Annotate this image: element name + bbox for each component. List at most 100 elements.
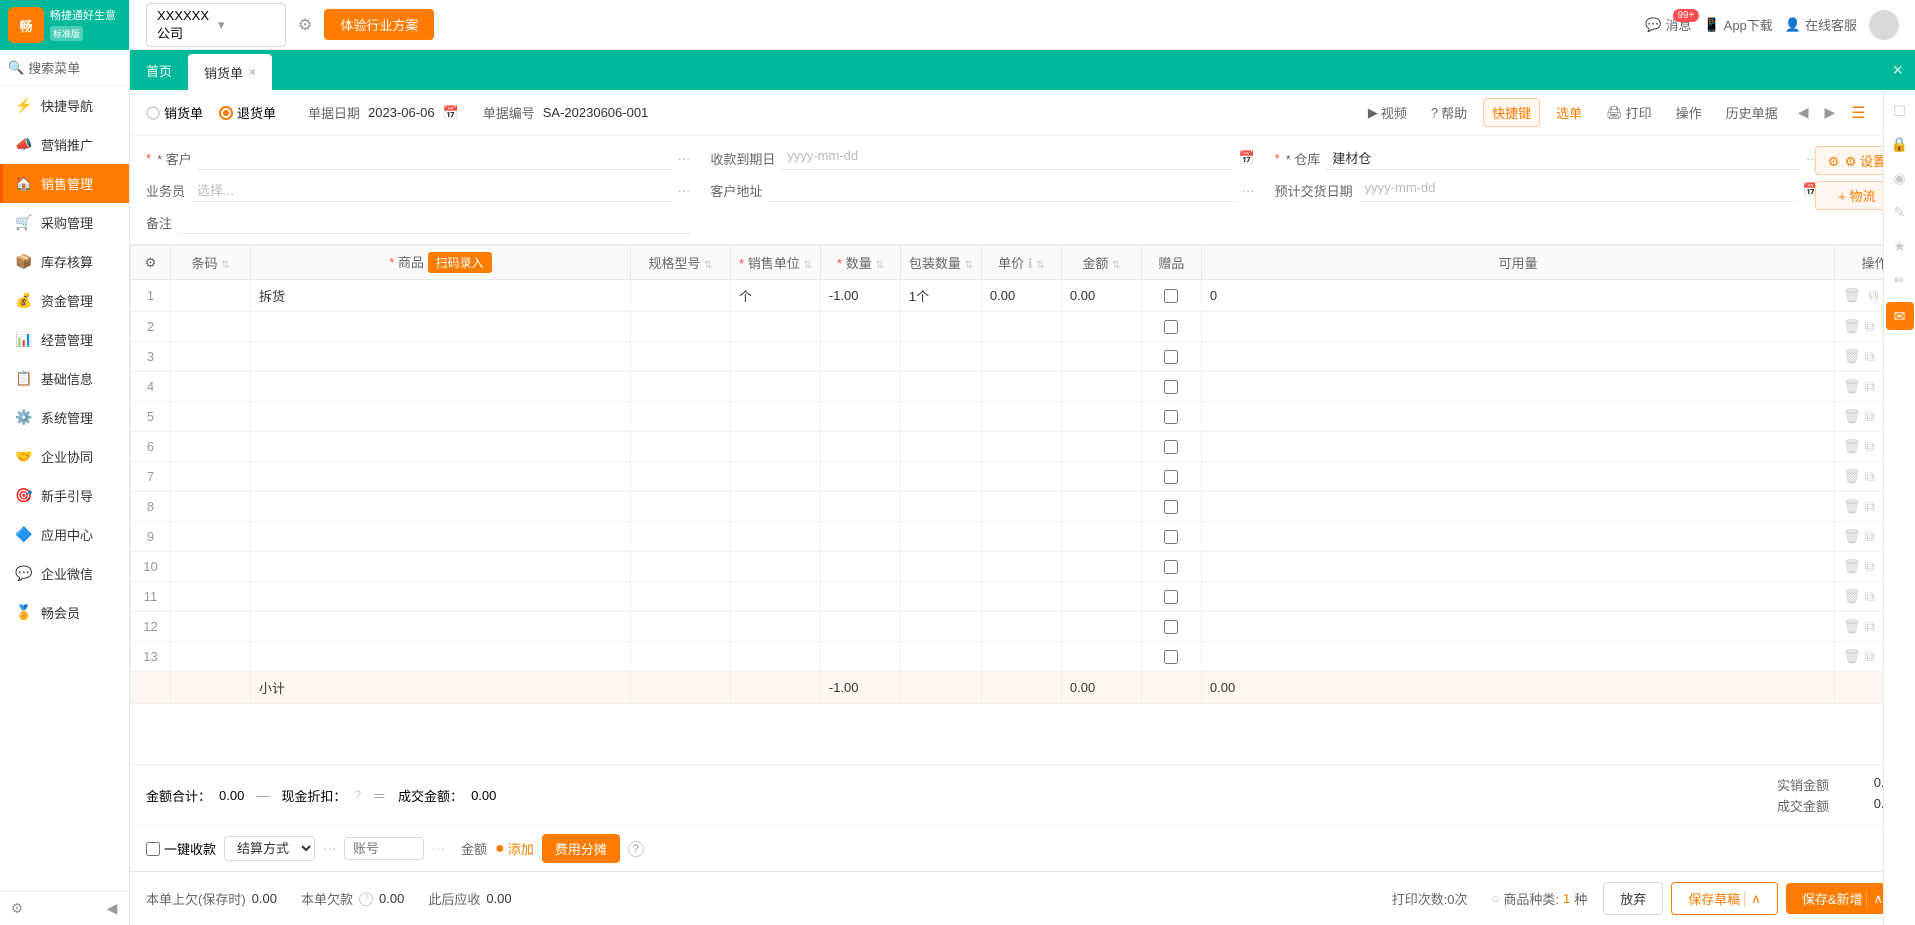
side-panel-btn-5[interactable]: ★ [1888, 234, 1912, 258]
gift-checkbox[interactable] [1164, 320, 1178, 334]
sidebar-search[interactable]: 🔍 搜索菜单 [0, 50, 129, 86]
product-kind-radio-icon[interactable]: ○ [1492, 891, 1500, 906]
gift-checkbox[interactable] [1164, 530, 1178, 544]
gift-checkbox[interactable] [1164, 289, 1178, 303]
customer-addr-input[interactable] [768, 178, 1235, 202]
sidebar-item-enterprise[interactable]: 🤝 企业协同 [0, 437, 129, 476]
copy-icon[interactable]: ⧉ [1865, 498, 1875, 514]
expense-help-icon[interactable]: ? [628, 841, 644, 857]
gift-checkbox[interactable] [1164, 620, 1178, 634]
view-list-icon[interactable]: ☰ [1847, 103, 1869, 123]
nav-next-icon[interactable]: ▶ [1820, 104, 1839, 121]
copy-icon[interactable]: ⧉ [1865, 618, 1875, 634]
side-panel-btn-1[interactable]: ◻ [1888, 98, 1912, 122]
print-btn[interactable]: 🖨 打印 [1598, 99, 1660, 126]
discount-help-icon[interactable]: ? [354, 788, 361, 802]
remark-input[interactable] [178, 210, 690, 234]
delete-icon[interactable]: 🗑 [1843, 588, 1861, 604]
col-settings-header[interactable]: ⚙ [131, 246, 171, 280]
help-btn[interactable]: ? 帮助 [1423, 99, 1475, 126]
sidebar-item-purchase[interactable]: 🛒 采购管理 [0, 203, 129, 242]
salesperson-input[interactable]: 选择... [191, 178, 671, 202]
amount-cell[interactable]: 0.00 [1061, 280, 1141, 312]
save-new-chevron[interactable]: ∧ [1866, 891, 1883, 907]
scan-button[interactable]: 扫码录入 [428, 252, 492, 273]
payment-calendar-icon[interactable]: 📅 [1238, 150, 1254, 166]
copy-icon[interactable]: ⧉ [1865, 648, 1875, 664]
delete-icon[interactable]: 🗑 [1843, 438, 1861, 454]
tab-sales-order[interactable]: 销货单 × [188, 54, 272, 90]
side-panel-btn-2[interactable]: 🔒 [1888, 132, 1912, 156]
copy-icon[interactable]: ⧉ [1865, 318, 1875, 334]
copy-icon[interactable]: ⧉ [1865, 468, 1875, 484]
select-btn[interactable]: 选单 [1548, 99, 1590, 126]
save-draft-chevron[interactable]: ∧ [1744, 891, 1761, 907]
sidebar-item-system[interactable]: ⚙️ 系统管理 [0, 398, 129, 437]
side-panel-btn-7[interactable]: ✉ [1886, 302, 1914, 330]
gift-checkbox[interactable] [1164, 500, 1178, 514]
salesperson-dots-icon[interactable]: ··· [677, 183, 690, 198]
sidebar-item-appstore[interactable]: 🔷 应用中心 [0, 515, 129, 554]
calendar-icon[interactable]: 📅 [443, 105, 459, 121]
sidebar-item-finance[interactable]: 💰 资金管理 [0, 281, 129, 320]
delivery-date-input[interactable]: yyyy-mm-dd [1359, 178, 1797, 202]
delete-icon[interactable]: 🗑 [1843, 558, 1861, 574]
debt-help-icon[interactable]: ? [359, 892, 373, 906]
gift-checkbox[interactable] [1164, 410, 1178, 424]
price-info-icon[interactable]: ℹ [1028, 256, 1033, 271]
barcode-cell[interactable] [171, 280, 251, 312]
copy-icon[interactable]: ⧉ [1868, 287, 1878, 303]
sidebar-item-member[interactable]: 🏅 畅会员 [0, 593, 129, 632]
warehouse-input[interactable]: 建材仓 [1326, 146, 1800, 170]
gift-checkbox[interactable] [1164, 440, 1178, 454]
radio-return[interactable]: 退货单 [219, 103, 276, 122]
history-btn[interactable]: 历史单据 [1718, 99, 1786, 126]
gift-checkbox[interactable] [1164, 380, 1178, 394]
copy-icon[interactable]: ⧉ [1865, 528, 1875, 544]
delete-icon[interactable]: 🗑 [1843, 618, 1861, 634]
save-draft-button[interactable]: 保存草稿 ∧ [1671, 882, 1778, 915]
copy-icon[interactable]: ⧉ [1865, 408, 1875, 424]
spec-cell[interactable] [630, 280, 730, 312]
payment-account-dots[interactable]: ··· [432, 841, 445, 856]
delete-icon[interactable]: 🗑 [1843, 468, 1861, 484]
settings-gear-icon[interactable]: ⚙ [298, 15, 312, 35]
gift-checkbox[interactable] [1164, 470, 1178, 484]
payment-account-input[interactable] [344, 837, 424, 860]
message-btn[interactable]: 💬 消息 99+ [1645, 15, 1691, 34]
sidebar-item-guide[interactable]: 🎯 新手引导 [0, 476, 129, 515]
tab-close-icon[interactable]: × [249, 65, 256, 79]
operate-btn[interactable]: 操作 [1668, 99, 1710, 126]
one-click-checkbox[interactable] [146, 842, 160, 856]
shortcut-btn[interactable]: 快捷键 [1483, 98, 1540, 127]
video-btn[interactable]: ▶ 视频 [1360, 99, 1415, 126]
nav-prev-icon[interactable]: ◀ [1794, 104, 1813, 121]
add-payment-btn[interactable]: ● 添加 [495, 839, 534, 858]
collapse-icon[interactable]: ◀ [103, 900, 121, 917]
table-settings-icon[interactable]: ⚙ [145, 255, 157, 270]
discard-button[interactable]: 放弃 [1603, 882, 1663, 915]
side-panel-btn-4[interactable]: ✎ [1888, 200, 1912, 224]
sidebar-item-basic[interactable]: 📋 基础信息 [0, 359, 129, 398]
sidebar-item-sales[interactable]: 🏠 销售管理 [0, 164, 129, 203]
side-panel-btn-6[interactable]: ✏ [1888, 268, 1912, 292]
gift-checkbox[interactable] [1164, 590, 1178, 604]
unit-cell[interactable]: 个 [730, 280, 820, 312]
delete-icon[interactable]: 🗑 [1843, 378, 1861, 394]
settings-icon[interactable]: ⚙ [8, 900, 26, 917]
company-selector[interactable]: XXXXXX公司 ▾ [146, 3, 286, 47]
sidebar-item-operation[interactable]: 📊 经营管理 [0, 320, 129, 359]
gift-checkbox[interactable] [1164, 650, 1178, 664]
copy-icon[interactable]: ⧉ [1865, 588, 1875, 604]
delete-icon[interactable]: 🗑 [1843, 318, 1861, 334]
close-all-tabs-icon[interactable]: × [1880, 60, 1915, 81]
radio-sales[interactable]: 销货单 [146, 103, 203, 122]
sidebar-item-quick-nav[interactable]: ⚡ 快捷导航 [0, 86, 129, 125]
customer-dots-icon[interactable]: ··· [677, 151, 690, 166]
trial-button[interactable]: 体验行业方案 [324, 9, 434, 40]
sidebar-item-wechat[interactable]: 💬 企业微信 [0, 554, 129, 593]
one-click-payment-label[interactable]: 一键收款 [146, 839, 216, 858]
delete-icon[interactable]: 🗑 [1843, 648, 1861, 664]
delete-icon[interactable]: 🗑 [1843, 348, 1861, 364]
copy-icon[interactable]: ⧉ [1865, 438, 1875, 454]
